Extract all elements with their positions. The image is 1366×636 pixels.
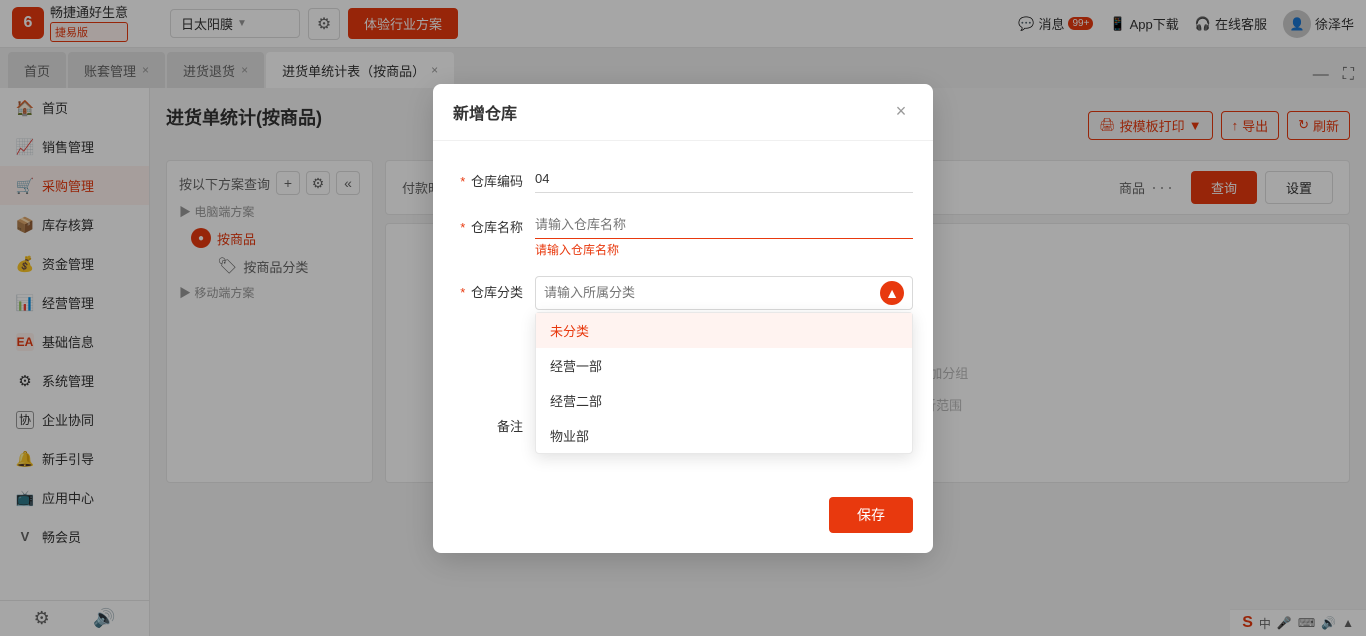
- dropdown-item-dept1[interactable]: 经营一部: [536, 348, 912, 383]
- modal-overlay: 新增仓库 × * 仓库编码 * 仓库名称: [0, 0, 1366, 636]
- category-field-wrap: ▲ 未分类 经营一部 经营二部 物业部: [535, 276, 913, 310]
- category-label: * 仓库分类: [453, 276, 523, 301]
- dropdown-item-dept2[interactable]: 经营二部: [536, 383, 912, 418]
- code-field-wrap: [535, 165, 913, 193]
- category-input[interactable]: [544, 285, 880, 300]
- category-dropdown: 未分类 经营一部 经营二部 物业部: [535, 312, 913, 454]
- dialog-title: 新增仓库: [453, 100, 517, 124]
- name-label: * 仓库名称: [453, 211, 523, 236]
- dialog-close-button[interactable]: ×: [889, 100, 913, 124]
- name-field-wrap: 请输入仓库名称: [535, 211, 913, 258]
- save-button[interactable]: 保存: [829, 497, 913, 533]
- dialog-header: 新增仓库 ×: [433, 84, 933, 141]
- category-toggle-button[interactable]: ▲: [880, 281, 904, 305]
- dropdown-item-property[interactable]: 物业部: [536, 418, 912, 453]
- code-input[interactable]: [535, 165, 913, 193]
- code-label: * 仓库编码: [453, 165, 523, 190]
- name-error-msg: 请输入仓库名称: [535, 241, 913, 258]
- name-form-row: * 仓库名称 请输入仓库名称: [453, 211, 913, 258]
- category-input-wrap: ▲: [535, 276, 913, 310]
- required-mark: *: [460, 220, 465, 235]
- dialog-footer: 保存: [433, 489, 933, 553]
- dialog-body: * 仓库编码 * 仓库名称 请输入仓库名称: [433, 141, 933, 489]
- required-mark: *: [460, 285, 465, 300]
- note-label: 备注: [453, 410, 523, 435]
- category-form-row: * 仓库分类 ▲ 未分类 经营一部 经营二部 物业部: [453, 276, 913, 310]
- code-form-row: * 仓库编码: [453, 165, 913, 193]
- new-warehouse-dialog: 新增仓库 × * 仓库编码 * 仓库名称: [433, 84, 933, 553]
- required-mark: *: [460, 174, 465, 189]
- dropdown-item-uncategorized[interactable]: 未分类: [536, 313, 912, 348]
- name-input[interactable]: [535, 211, 913, 239]
